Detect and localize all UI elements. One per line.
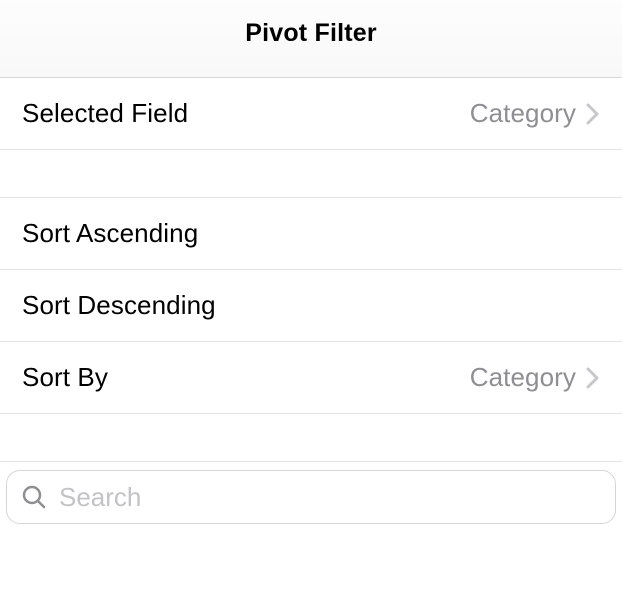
selected-field-label: Selected Field — [22, 98, 188, 129]
sort-ascending-row[interactable]: Sort Ascending — [0, 198, 622, 270]
search-icon — [21, 484, 47, 510]
sort-by-label: Sort By — [22, 362, 108, 393]
sort-ascending-label: Sort Ascending — [22, 218, 198, 249]
section-gap — [0, 414, 622, 462]
sort-by-row[interactable]: Sort By Category — [0, 342, 622, 414]
selected-field-value: Category — [470, 98, 576, 129]
search-input[interactable] — [59, 482, 601, 513]
chevron-right-icon — [586, 367, 600, 389]
header: Pivot Filter — [0, 0, 622, 78]
sort-descending-row[interactable]: Sort Descending — [0, 270, 622, 342]
search-box[interactable] — [6, 470, 616, 524]
page-title: Pivot Filter — [245, 19, 377, 48]
sort-descending-label: Sort Descending — [22, 290, 216, 321]
chevron-right-icon — [586, 103, 600, 125]
selected-field-right: Category — [470, 98, 600, 129]
section-gap — [0, 150, 622, 198]
search-wrap — [0, 462, 622, 530]
sort-by-right: Category — [470, 362, 600, 393]
selected-field-row[interactable]: Selected Field Category — [0, 78, 622, 150]
sort-by-value: Category — [470, 362, 576, 393]
settings-list: Selected Field Category Sort Ascending S… — [0, 78, 622, 530]
